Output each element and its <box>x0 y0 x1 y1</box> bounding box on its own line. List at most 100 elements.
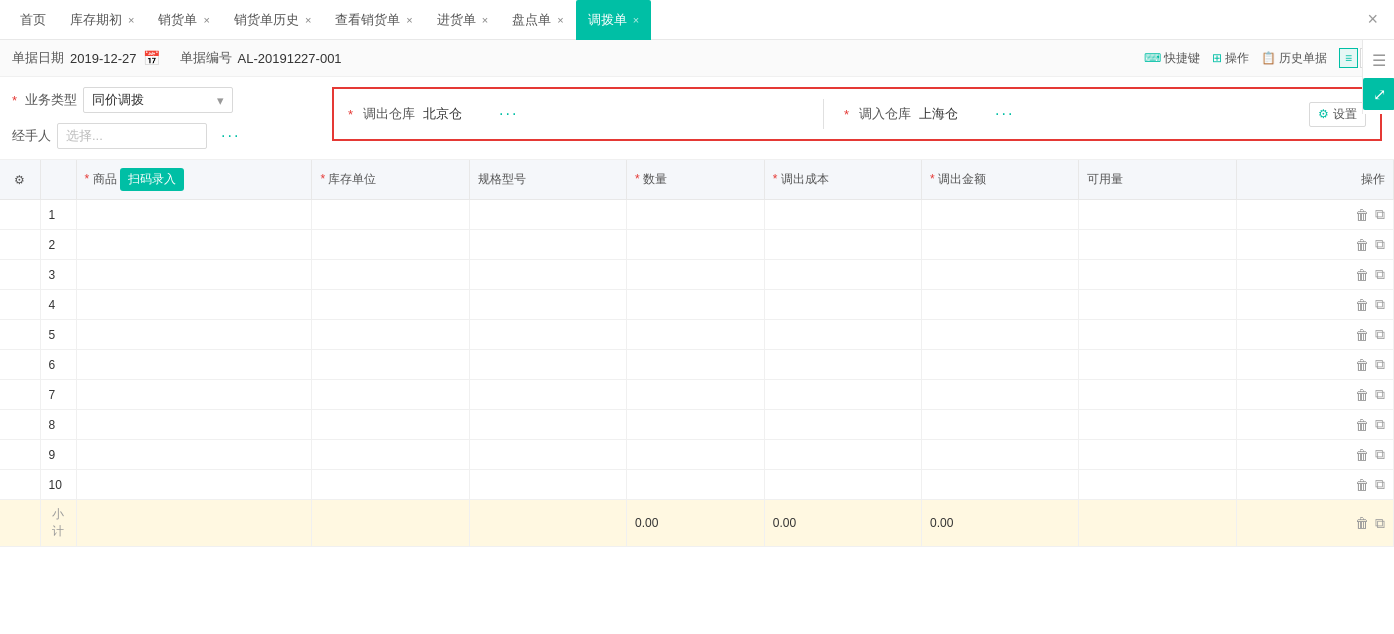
row-amount[interactable] <box>922 260 1079 290</box>
row-product[interactable] <box>76 470 312 500</box>
row-qty[interactable] <box>627 440 765 470</box>
row-cost[interactable] <box>764 200 921 230</box>
row-qty[interactable] <box>627 380 765 410</box>
row-product[interactable] <box>76 320 312 350</box>
row-copy-icon[interactable]: ⧉ <box>1375 416 1385 433</box>
row-copy-icon[interactable]: ⧉ <box>1375 266 1385 283</box>
row-unit[interactable] <box>312 410 469 440</box>
row-copy-icon[interactable]: ⧉ <box>1375 206 1385 223</box>
row-delete-icon[interactable]: 🗑 <box>1355 357 1369 373</box>
row-product[interactable] <box>76 440 312 470</box>
row-qty[interactable] <box>627 290 765 320</box>
view-btn-list[interactable]: ≡ <box>1339 48 1358 68</box>
row-unit[interactable] <box>312 440 469 470</box>
sidebar-expand-icon[interactable]: ⤢ <box>1363 78 1394 110</box>
row-cost[interactable] <box>764 260 921 290</box>
row-unit[interactable] <box>312 380 469 410</box>
row-cost[interactable] <box>764 230 921 260</box>
operation-action[interactable]: ⊞ 操作 <box>1212 50 1249 67</box>
row-delete-icon[interactable]: 🗑 <box>1355 237 1369 253</box>
tab-inventory-init-close[interactable]: × <box>128 14 134 26</box>
row-qty[interactable] <box>627 200 765 230</box>
row-cost[interactable] <box>764 440 921 470</box>
history-action[interactable]: 📋 历史单据 <box>1261 50 1327 67</box>
tab-purchase-order[interactable]: 进货单 × <box>425 0 500 40</box>
row-unit[interactable] <box>312 350 469 380</box>
row-cost[interactable] <box>764 290 921 320</box>
row-spec[interactable] <box>469 410 626 440</box>
row-cost[interactable] <box>764 320 921 350</box>
transfer-in-more-button[interactable]: ··· <box>995 105 1014 123</box>
row-unit[interactable] <box>312 290 469 320</box>
row-copy-icon[interactable]: ⧉ <box>1375 386 1385 403</box>
row-spec[interactable] <box>469 470 626 500</box>
scan-button[interactable]: 扫码录入 <box>120 168 184 191</box>
row-product[interactable] <box>76 350 312 380</box>
row-unit[interactable] <box>312 230 469 260</box>
shortcut-action[interactable]: ⌨ 快捷键 <box>1144 50 1200 67</box>
tab-view-sales[interactable]: 查看销货单 × <box>323 0 424 40</box>
settings-button[interactable]: ⚙ 设置 <box>1309 102 1366 127</box>
row-cost[interactable] <box>764 470 921 500</box>
row-qty[interactable] <box>627 230 765 260</box>
row-amount[interactable] <box>922 410 1079 440</box>
row-unit[interactable] <box>312 200 469 230</box>
row-available[interactable] <box>1079 230 1236 260</box>
row-product[interactable] <box>76 200 312 230</box>
row-amount[interactable] <box>922 470 1079 500</box>
handler-select[interactable]: 选择... <box>57 123 207 149</box>
row-product[interactable] <box>76 290 312 320</box>
row-amount[interactable] <box>922 320 1079 350</box>
row-copy-icon[interactable]: ⧉ <box>1375 446 1385 463</box>
tab-purchase-order-close[interactable]: × <box>482 14 488 26</box>
tab-sales-history-close[interactable]: × <box>305 14 311 26</box>
row-spec[interactable] <box>469 200 626 230</box>
row-available[interactable] <box>1079 350 1236 380</box>
row-delete-icon[interactable]: 🗑 <box>1355 387 1369 403</box>
row-amount[interactable] <box>922 290 1079 320</box>
row-amount[interactable] <box>922 200 1079 230</box>
row-copy-icon[interactable]: ⧉ <box>1375 356 1385 373</box>
row-spec[interactable] <box>469 350 626 380</box>
row-delete-icon[interactable]: 🗑 <box>1355 207 1369 223</box>
row-copy-icon[interactable]: ⧉ <box>1375 326 1385 343</box>
calendar-icon[interactable]: 📅 <box>143 50 160 66</box>
row-qty[interactable] <box>627 350 765 380</box>
tab-inventory-check-close[interactable]: × <box>557 14 563 26</box>
row-delete-icon[interactable]: 🗑 <box>1355 417 1369 433</box>
row-available[interactable] <box>1079 320 1236 350</box>
row-delete-icon[interactable]: 🗑 <box>1355 447 1369 463</box>
row-available[interactable] <box>1079 380 1236 410</box>
row-cost[interactable] <box>764 350 921 380</box>
row-amount[interactable] <box>922 440 1079 470</box>
row-unit[interactable] <box>312 470 469 500</box>
row-copy-icon[interactable]: ⧉ <box>1375 476 1385 493</box>
row-product[interactable] <box>76 410 312 440</box>
window-close-button[interactable]: × <box>1359 9 1386 30</box>
row-spec[interactable] <box>469 380 626 410</box>
row-cost[interactable] <box>764 380 921 410</box>
row-qty[interactable] <box>627 470 765 500</box>
tab-sales-order[interactable]: 销货单 × <box>146 0 221 40</box>
row-delete-icon[interactable]: 🗑 <box>1355 477 1369 493</box>
row-product[interactable] <box>76 380 312 410</box>
tab-inventory-init[interactable]: 库存期初 × <box>58 0 146 40</box>
row-product[interactable] <box>76 260 312 290</box>
transfer-out-more-button[interactable]: ··· <box>499 105 518 123</box>
row-copy-icon[interactable]: ⧉ <box>1375 236 1385 253</box>
row-delete-icon[interactable]: 🗑 <box>1355 327 1369 343</box>
row-amount[interactable] <box>922 230 1079 260</box>
row-delete-icon[interactable]: 🗑 <box>1355 297 1369 313</box>
row-available[interactable] <box>1079 410 1236 440</box>
th-gear[interactable]: ⚙ <box>0 160 40 200</box>
subtotal-copy-icon[interactable]: ⧉ <box>1375 515 1385 532</box>
row-spec[interactable] <box>469 320 626 350</box>
tab-transfer-order-close[interactable]: × <box>633 14 639 26</box>
row-product[interactable] <box>76 230 312 260</box>
row-amount[interactable] <box>922 350 1079 380</box>
row-spec[interactable] <box>469 440 626 470</box>
row-available[interactable] <box>1079 470 1236 500</box>
business-type-select[interactable]: 同价调拨 ▾ <box>83 87 233 113</box>
row-copy-icon[interactable]: ⧉ <box>1375 296 1385 313</box>
tab-sales-history[interactable]: 销货单历史 × <box>222 0 323 40</box>
